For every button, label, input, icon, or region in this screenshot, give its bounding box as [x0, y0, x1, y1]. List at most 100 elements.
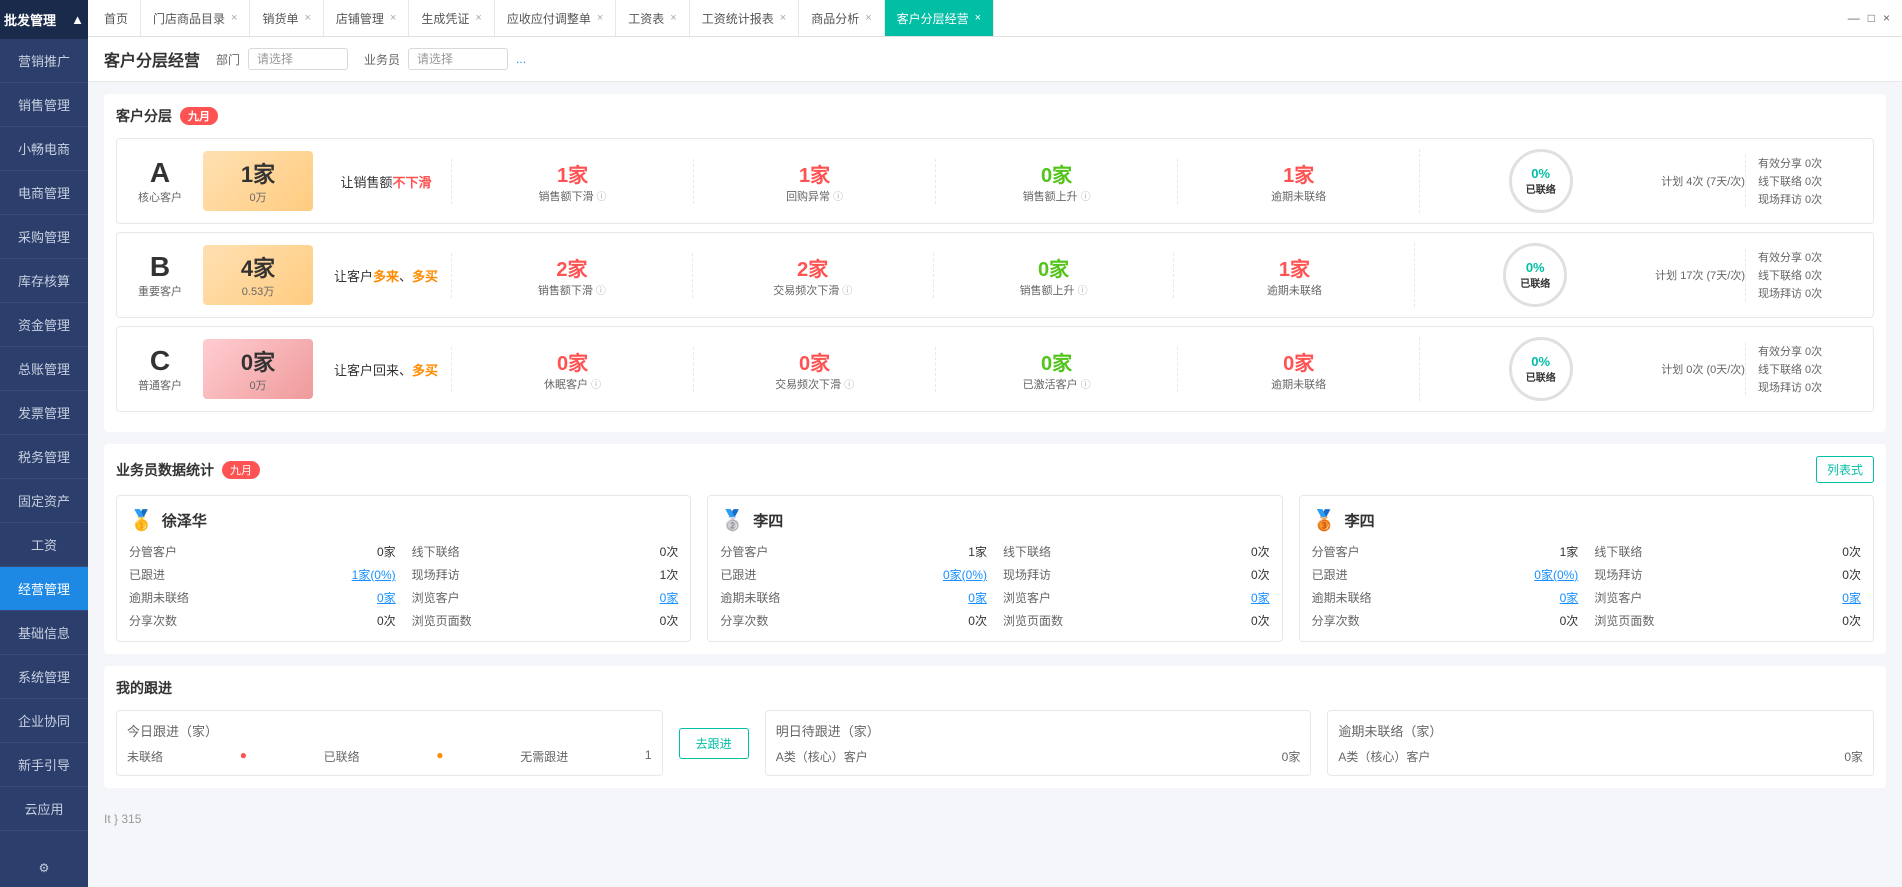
sidebar-item-cloud[interactable]: 云应用: [0, 787, 88, 831]
list-item: 浏览客户 0家: [1594, 589, 1861, 606]
list-item: 逾期未联络 0家: [129, 589, 396, 606]
info-icon[interactable]: ⓘ: [597, 188, 607, 203]
sidebar-item-payroll[interactable]: 工资: [0, 523, 88, 567]
info-icon[interactable]: ⓘ: [1078, 282, 1088, 297]
tier-b-count: 4家: [211, 251, 305, 283]
info-icon[interactable]: ⓘ: [844, 376, 854, 391]
tier-a-count: 1家: [211, 157, 305, 189]
tier-a-label: A 核心客户: [125, 157, 195, 205]
sidebar-item-fixed-assets[interactable]: 固定资产: [0, 479, 88, 523]
close-icon[interactable]: ×: [304, 12, 310, 24]
sidebar-item-inventory[interactable]: 库存核算: [0, 259, 88, 303]
tab-payroll-report[interactable]: 工资统计报表×: [690, 0, 799, 36]
tab-bar: 首页 门店商品目录× 销货单× 店铺管理× 生成凭证× 应收应付调整单× 工资表…: [88, 0, 1902, 37]
list-item: 分管客户 1家: [1312, 543, 1579, 560]
overdue-card: 逾期未联络（家） A类（核心）客户 0家: [1327, 710, 1874, 776]
sidebar-item-ecommerce[interactable]: 电商管理: [0, 171, 88, 215]
list-item: 线下联络 0次: [1594, 543, 1861, 560]
staff-card-2: 🥉 李四 分管客户 1家 线下联络 0次 已跟进: [1299, 495, 1874, 642]
tier-b-action: 让客户多来、多买: [321, 266, 451, 285]
tab-voucher[interactable]: 生成凭证×: [409, 0, 494, 36]
tier-a-stat3-num: 0家: [1041, 159, 1072, 188]
staff-select[interactable]: 请选择: [408, 48, 508, 70]
tier-b-circle: 0% 已联络: [1503, 243, 1567, 307]
tier-a-stat3: 0家 销售额上升 ⓘ: [935, 159, 1177, 204]
staff-card-1: 🥈 李四 分管客户 1家 线下联络 0次 已跟进: [707, 495, 1282, 642]
close-icon[interactable]: ×: [231, 12, 237, 24]
gear-icon[interactable]: ⚙: [0, 849, 88, 887]
bronze-medal-icon: 🥉: [1312, 508, 1337, 533]
tab-ar-ap[interactable]: 应收应付调整单×: [495, 0, 616, 36]
tier-c-amount: 0万: [211, 377, 305, 393]
info-icon[interactable]: ⓘ: [833, 188, 843, 203]
customer-tier-section: 客户分层 九月 A 核心客户 1家 0万 让销售额不下滑 1家: [104, 94, 1886, 432]
sidebar-item-ecommerce-small[interactable]: 小畅电商: [0, 127, 88, 171]
info-icon[interactable]: ⓘ: [1081, 376, 1091, 391]
followup-title: 我的跟进: [116, 678, 1874, 698]
list-item: 浏览页面数 0次: [1003, 612, 1270, 629]
tier-a-stat1-num: 1家: [557, 159, 588, 188]
tab-customer-tier[interactable]: 客户分层经营×: [885, 0, 994, 36]
tab-store-products[interactable]: 门店商品目录×: [141, 0, 250, 36]
close-icon[interactable]: ×: [597, 12, 603, 24]
sidebar-toggle-icon: ▲: [71, 12, 84, 27]
close-icon[interactable]: ×: [865, 12, 871, 24]
close-icon[interactable]: ×: [475, 12, 481, 24]
tier-a-stat1: 1家 销售额下滑 ⓘ: [451, 159, 693, 204]
sidebar-item-ledger[interactable]: 总账管理: [0, 347, 88, 391]
tier-c-stat3-num: 0家: [1041, 347, 1072, 376]
tier-b-amount: 0.53万: [211, 283, 305, 299]
more-filter-icon[interactable]: ...: [516, 52, 526, 66]
sidebar-item-tax[interactable]: 税务管理: [0, 435, 88, 479]
info-icon[interactable]: ⓘ: [591, 376, 601, 391]
tier-b-stat3: 0家 销售额上升 ⓘ: [933, 253, 1174, 298]
sidebar-item-management[interactable]: 经营管理: [0, 567, 88, 611]
tab-sales-order[interactable]: 销货单×: [250, 0, 323, 36]
bottom-text: It } 315: [88, 800, 1902, 838]
tier-c-plan: 计划 0次 (0天/次): [1661, 361, 1745, 377]
tier-c-stat1: 0家 休眠客户 ⓘ: [451, 347, 693, 392]
tier-a-action: 让销售额不下滑: [321, 172, 451, 191]
sidebar-item-finance[interactable]: 资金管理: [0, 303, 88, 347]
staff-1-stats: 分管客户 1家 线下联络 0次 已跟进 0家(0%) 现场拜访: [720, 543, 1269, 629]
list-item: 已跟进 1家(0%): [129, 566, 396, 583]
goto-followup-button[interactable]: 去跟进: [679, 728, 749, 759]
tomorrow-followup-title: 明日待跟进（家）: [776, 721, 1301, 740]
sidebar-item-invoice[interactable]: 发票管理: [0, 391, 88, 435]
close-icon[interactable]: ×: [390, 12, 396, 24]
tab-payroll[interactable]: 工资表×: [616, 0, 689, 36]
sidebar-item-marketing[interactable]: 营销推广: [0, 39, 88, 83]
customer-tier-title: 客户分层 九月: [116, 106, 1874, 126]
tier-b-stat2-label: 交易频次下滑 ⓘ: [773, 282, 852, 298]
sidebar-item-collab[interactable]: 企业协同: [0, 699, 88, 743]
tier-a-right-stats: 有效分享 0次 线下联络 0次 现场拜访 0次: [1745, 155, 1865, 207]
month-badge: 九月: [180, 107, 218, 125]
tab-product-analysis[interactable]: 商品分析×: [799, 0, 884, 36]
staff-card-0: 🥇 徐泽华 分管客户 0家 线下联络 0次 已跟进: [116, 495, 691, 642]
tab-store-mgmt[interactable]: 店铺管理×: [324, 0, 409, 36]
info-icon[interactable]: ⓘ: [1081, 188, 1091, 203]
sidebar-item-purchase[interactable]: 采购管理: [0, 215, 88, 259]
close-icon[interactable]: ×: [780, 12, 786, 24]
tier-c-count-box: 0家 0万: [203, 339, 313, 399]
info-icon[interactable]: ⓘ: [596, 282, 606, 297]
tier-b-stat4: 1家 逾期未联络: [1173, 253, 1414, 298]
list-style-button[interactable]: 列表式: [1816, 456, 1874, 483]
sidebar-header[interactable]: 批发管理 ▲: [0, 0, 88, 39]
dept-select[interactable]: 请选择: [248, 48, 348, 70]
tier-b-stat4-num: 1家: [1279, 253, 1310, 282]
sidebar-item-system[interactable]: 系统管理: [0, 655, 88, 699]
sidebar-item-guide[interactable]: 新手引导: [0, 743, 88, 787]
sidebar-item-basic-info[interactable]: 基础信息: [0, 611, 88, 655]
close-icon[interactable]: ×: [975, 12, 981, 24]
tab-home[interactable]: 首页: [92, 0, 141, 36]
tier-a-plan: 计划 4次 (7天/次): [1661, 173, 1745, 189]
window-minimize-icon[interactable]: —: [1848, 11, 1860, 25]
sidebar-item-sales[interactable]: 销售管理: [0, 83, 88, 127]
close-icon[interactable]: ×: [670, 12, 676, 24]
info-icon[interactable]: ⓘ: [842, 282, 852, 297]
tier-c-stat1-label: 休眠客户 ⓘ: [544, 376, 601, 392]
tier-b-stat4-label: 逾期未联络: [1267, 282, 1322, 298]
window-close-icon[interactable]: ×: [1883, 11, 1890, 25]
window-maximize-icon[interactable]: □: [1868, 11, 1875, 25]
